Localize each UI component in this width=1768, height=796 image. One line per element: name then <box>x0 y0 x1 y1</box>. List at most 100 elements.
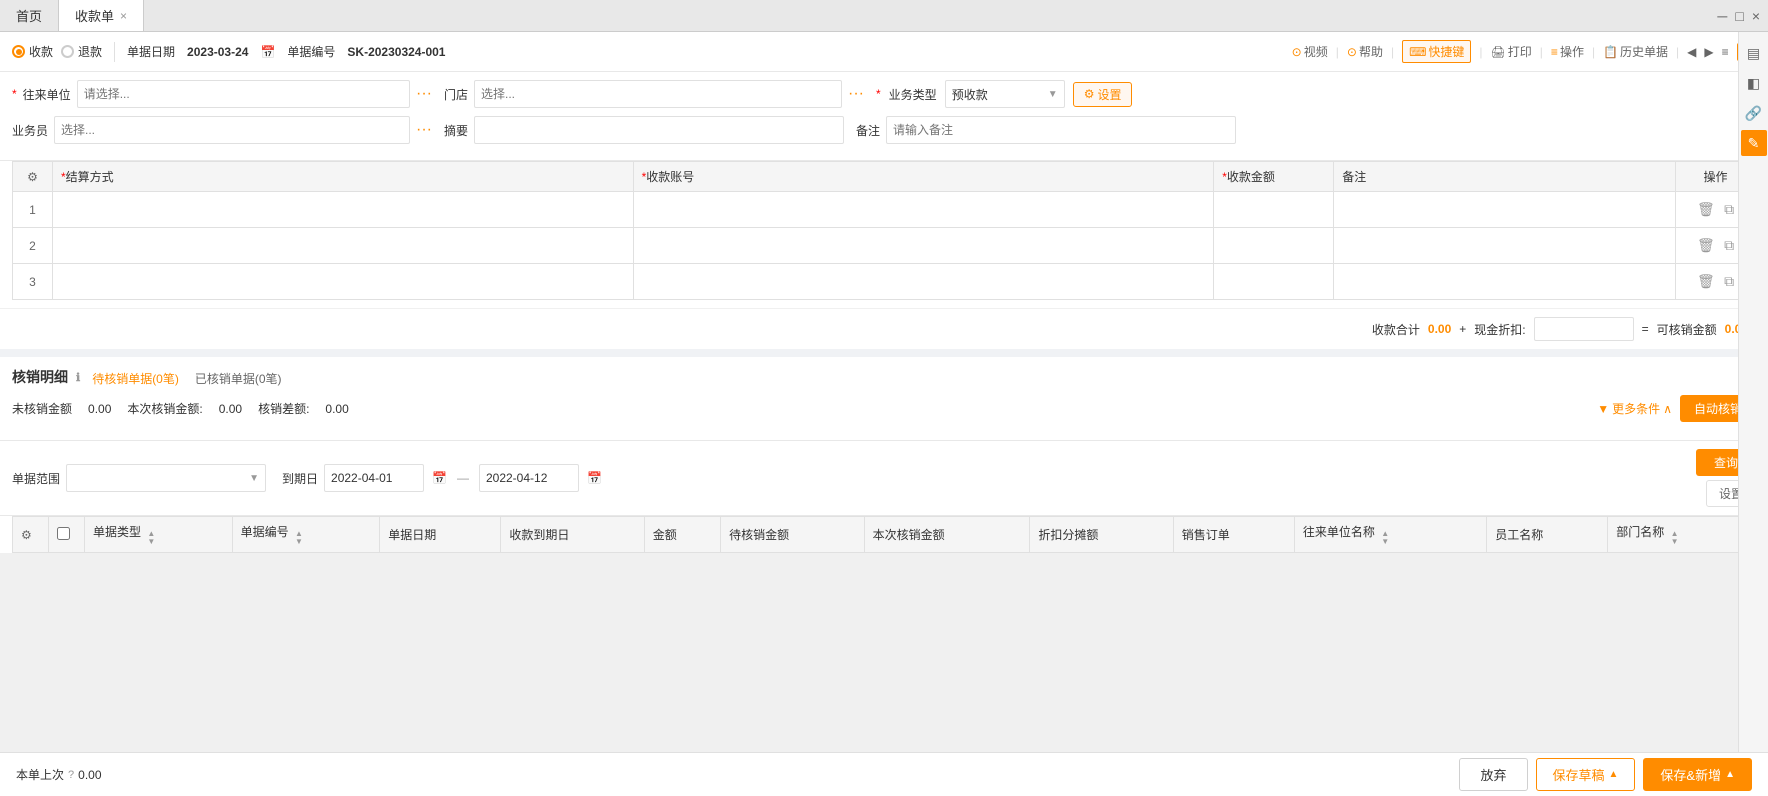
cell-amount-1[interactable] <box>1214 192 1334 228</box>
table-row: 3 🗑 ⧉ <box>13 264 1756 300</box>
video-btn[interactable]: ⊙ 视频 <box>1292 43 1328 60</box>
save-new-btn[interactable]: 保存&新增 ▲ <box>1643 758 1752 791</box>
cell-remark-2[interactable] <box>1334 228 1676 264</box>
print-btn[interactable]: 🖨 打印 <box>1491 43 1532 60</box>
receipt-table: ⚙ *结算方式 *收款账号 *收款金额 备注 操作 1 <box>12 161 1756 300</box>
cell-settlement-1[interactable] <box>53 192 634 228</box>
right-panel-icon2[interactable]: ◧ <box>1741 70 1767 96</box>
divider <box>114 42 115 62</box>
right-panel-icon1[interactable]: ▤ <box>1741 40 1767 66</box>
nav-next-icon[interactable]: ▶ <box>1704 45 1713 59</box>
biz-type-select[interactable]: 预收款 ▼ <box>945 80 1065 108</box>
remark-input[interactable] <box>886 116 1236 144</box>
cell-account-1[interactable] <box>633 192 1214 228</box>
cell-settlement-2[interactable] <box>53 228 634 264</box>
right-panel-icon4[interactable]: ✎ <box>1741 130 1767 156</box>
hex-tab-done[interactable]: 已核销单据(0笔) <box>195 370 282 387</box>
close-tab-icon[interactable]: × <box>120 9 127 23</box>
operation-btn[interactable]: ≡ 操作 <box>1551 43 1584 60</box>
copy-icon-1[interactable]: ⧉ <box>1724 201 1734 217</box>
row-num-2: 2 <box>13 228 53 264</box>
list-view-icon[interactable]: ≡ <box>1722 45 1729 59</box>
main-table-container: ⚙ *结算方式 *收款账号 *收款金额 备注 操作 1 <box>0 161 1768 308</box>
cell-amount-2[interactable] <box>1214 228 1334 264</box>
current-hex-value: 0.00 <box>219 402 242 416</box>
radio-refund[interactable]: 退款 <box>61 43 102 60</box>
bottom-col-pending: 待核销金额 <box>721 517 864 553</box>
cell-remark-3[interactable] <box>1334 264 1676 300</box>
maximize-icon[interactable]: □ <box>1735 8 1743 24</box>
store-more-icon[interactable]: ··· <box>848 86 864 102</box>
sort-dept-icon[interactable]: ▲▼ <box>1671 530 1679 546</box>
page-footer: 本单上次 ? 0.00 放弃 保存草稿 ▲ 保存&新增 ▲ <box>0 752 1768 796</box>
cell-account-3[interactable] <box>633 264 1214 300</box>
staff-input[interactable] <box>54 116 410 144</box>
range-label: 单据范围 <box>12 470 60 487</box>
contact-field: * 往来单位 ··· <box>12 80 432 108</box>
calc-label3: 可核销金额 <box>1657 321 1717 338</box>
unverified-value: 0.00 <box>88 402 111 416</box>
contact-more-icon[interactable]: ··· <box>416 86 432 102</box>
bottom-col-type: 单据类型 ▲▼ <box>85 517 233 553</box>
nav-prev-icon[interactable]: ◀ <box>1687 45 1696 59</box>
window-controls: ─ □ × <box>1717 8 1768 24</box>
tab-receipt[interactable]: 收款单 × <box>58 0 144 31</box>
diff-label: 核销差额: <box>258 400 309 417</box>
date-to-input[interactable] <box>479 464 579 492</box>
help-btn[interactable]: ⊙ 帮助 <box>1347 43 1383 60</box>
date-label: 到期日 <box>282 470 318 487</box>
delete-icon-2[interactable]: 🗑 <box>1697 237 1715 253</box>
date-from-input[interactable] <box>324 464 424 492</box>
save-draft-btn[interactable]: 保存草稿 ▲ <box>1536 758 1636 791</box>
cell-amount-3[interactable] <box>1214 264 1334 300</box>
tab-home[interactable]: 首页 <box>0 0 58 31</box>
range-select[interactable]: ▼ <box>66 464 266 492</box>
bottom-col-date: 单据日期 <box>380 517 501 553</box>
staff-more-icon[interactable]: ··· <box>416 122 432 138</box>
more-conditions-btn[interactable]: ▼ 更多条件 ∧ <box>1597 400 1672 417</box>
right-panel-icon3[interactable]: 🔗 <box>1741 100 1767 126</box>
copy-icon-3[interactable]: ⧉ <box>1724 273 1734 289</box>
hex-info-icon[interactable]: ℹ <box>76 371 80 384</box>
minimize-icon[interactable]: ─ <box>1717 8 1727 24</box>
prev-label: 本单上次 <box>16 766 64 783</box>
select-all-checkbox[interactable] <box>57 527 70 540</box>
sort-type-icon[interactable]: ▲▼ <box>147 530 155 546</box>
hex-stats: 未核销金额 0.00 本次核销金额: 0.00 核销差额: 0.00 ▼ 更多条… <box>12 387 1756 430</box>
abandon-btn[interactable]: 放弃 <box>1459 758 1527 791</box>
contact-input[interactable] <box>77 80 410 108</box>
table-gear-icon[interactable]: ⚙ <box>27 170 38 184</box>
remark-label: 备注 <box>856 122 880 139</box>
history-btn[interactable]: 📋 历史单据 <box>1603 43 1668 60</box>
right-panel: ▤ ◧ 🔗 ✎ <box>1738 32 1768 796</box>
table-row: 1 🗑 ⧉ <box>13 192 1756 228</box>
date-to-cal-icon[interactable]: 📅 <box>587 471 602 485</box>
bottom-table-gear[interactable]: ⚙ <box>21 528 32 542</box>
cash-discount-input[interactable] <box>1534 317 1634 341</box>
filter-row: 单据范围 ▼ 到期日 📅 — 📅 查询 设置 <box>0 441 1768 516</box>
cell-remark-1[interactable] <box>1334 192 1676 228</box>
staff-field: 业务员 ··· <box>12 116 432 144</box>
calc-label1: 收款合计 <box>1372 321 1420 338</box>
bottom-table: ⚙ 单据类型 ▲▼ 单据编号 ▲▼ 单据日期 收款到期日 金额 待核销金额 本次… <box>12 516 1756 553</box>
prev-info-icon[interactable]: ? <box>68 769 74 781</box>
date-from-cal-icon[interactable]: 📅 <box>432 471 447 485</box>
sort-number-icon[interactable]: ▲▼ <box>295 530 303 546</box>
cell-settlement-3[interactable] <box>53 264 634 300</box>
summary-input[interactable] <box>474 116 844 144</box>
copy-icon-2[interactable]: ⧉ <box>1724 237 1734 253</box>
delete-icon-3[interactable]: 🗑 <box>1697 273 1715 289</box>
hex-tab-pending[interactable]: 待核销单据(0笔) <box>92 370 179 387</box>
calc-equals: = <box>1642 322 1649 336</box>
store-input[interactable] <box>474 80 842 108</box>
gear-icon: ⚙ <box>1084 87 1095 101</box>
date-calendar-icon[interactable]: 📅 <box>260 45 275 59</box>
form-settings-btn[interactable]: ⚙ 设置 <box>1073 82 1133 107</box>
close-icon[interactable]: × <box>1752 8 1760 24</box>
radio-receipt[interactable]: 收款 <box>12 43 53 60</box>
shortcut-btn[interactable]: ⌨ 快捷键 <box>1402 40 1471 63</box>
sort-contact-icon[interactable]: ▲▼ <box>1381 530 1389 546</box>
table-row: 2 🗑 ⧉ <box>13 228 1756 264</box>
cell-account-2[interactable] <box>633 228 1214 264</box>
delete-icon-1[interactable]: 🗑 <box>1697 201 1715 217</box>
